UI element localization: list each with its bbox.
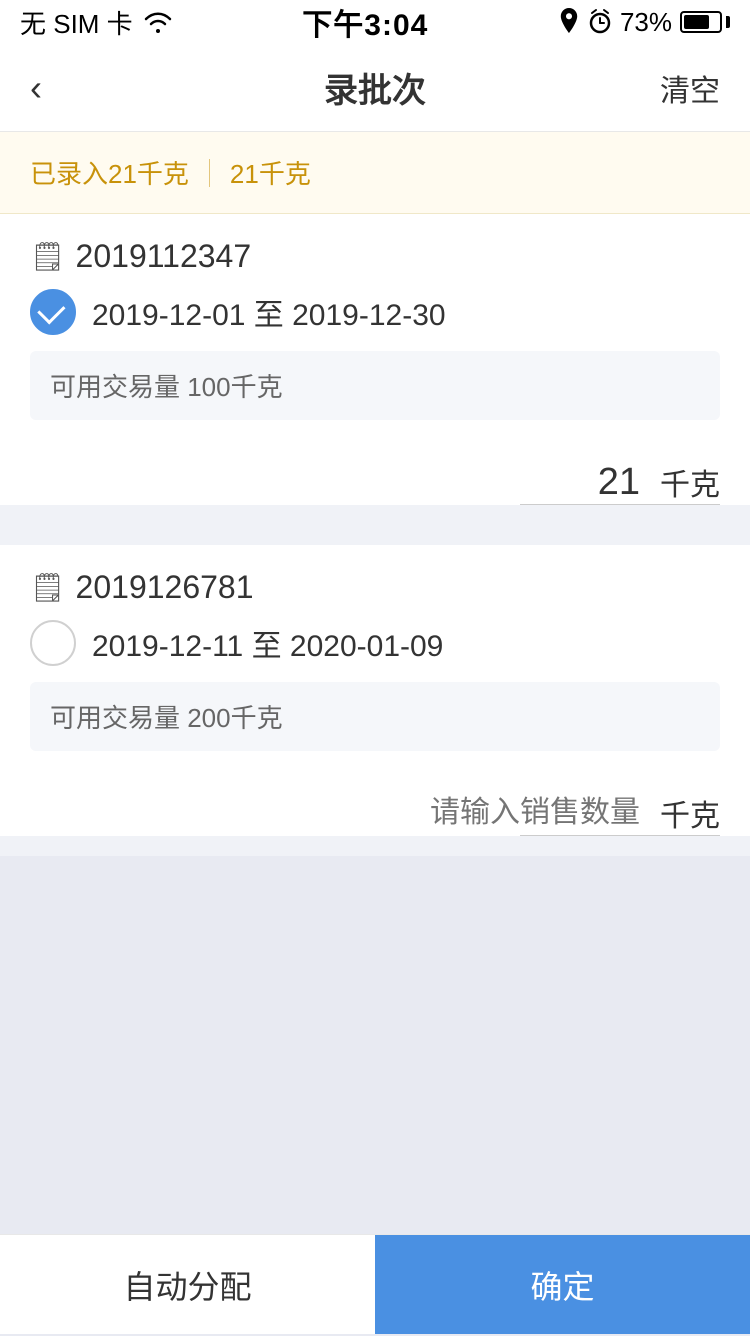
- batch-item-1: 🗒 2019112347 2019-12-01 至 2019-12-30 可用交…: [0, 214, 750, 440]
- amount-underline-2: [520, 835, 720, 836]
- alarm-icon: [588, 8, 612, 36]
- batch-doc-icon-2: 🗒: [30, 571, 66, 604]
- banner-divider: [209, 159, 210, 187]
- amount-input-1[interactable]: [480, 461, 640, 504]
- amount-row-1: 千克: [0, 440, 750, 504]
- amount-row-2: 千克: [0, 771, 750, 835]
- status-time: 下午3:04: [302, 0, 428, 44]
- status-left: 无 SIM 卡: [20, 4, 173, 41]
- clear-button[interactable]: 清空: [640, 66, 720, 110]
- footer: 自动分配 确定: [0, 1234, 750, 1334]
- batch-radio-2[interactable]: [30, 620, 76, 666]
- info-banner: 已录入21千克 21千克: [0, 132, 750, 214]
- location-icon: [558, 8, 580, 36]
- batch-card-1: 🗒 2019112347 2019-12-01 至 2019-12-30 可用交…: [0, 214, 750, 505]
- batch-available-1: 可用交易量 100千克: [30, 351, 720, 420]
- amount-unit-2: 千克: [660, 791, 720, 835]
- battery-icon: [680, 11, 730, 33]
- amount-underline-1: [520, 504, 720, 505]
- status-right: 73%: [558, 7, 730, 38]
- batch-doc-icon-1: 🗒: [30, 240, 66, 273]
- nav-bar: ‹ 录批次 清空: [0, 44, 750, 132]
- batch-number-1: 2019112347: [76, 238, 252, 275]
- batch-header-1: 🗒 2019112347: [30, 238, 720, 275]
- batch-radio-1[interactable]: [30, 289, 76, 335]
- batch-date-row-2: 2019-12-11 至 2020-01-09: [30, 620, 720, 666]
- confirm-button[interactable]: 确定: [375, 1235, 750, 1334]
- separator-1: [0, 525, 750, 545]
- batch-date-1: 2019-12-01 至 2019-12-30: [92, 290, 446, 334]
- amount-input-2[interactable]: [400, 796, 640, 830]
- batch-number-2: 2019126781: [76, 569, 254, 606]
- carrier-label: 无 SIM 卡: [20, 4, 133, 41]
- amount-unit-1: 千克: [660, 460, 720, 504]
- recorded-label: 已录入21千克: [30, 154, 189, 191]
- page-title: 录批次: [324, 63, 426, 112]
- auto-distribute-button[interactable]: 自动分配: [0, 1235, 375, 1334]
- batch-date-row-1: 2019-12-01 至 2019-12-30: [30, 289, 720, 335]
- battery-percent: 73%: [620, 7, 672, 38]
- batch-date-2: 2019-12-11 至 2020-01-09: [92, 621, 443, 665]
- batch-available-2: 可用交易量 200千克: [30, 682, 720, 751]
- status-bar: 无 SIM 卡 下午3:04 73%: [0, 0, 750, 44]
- batch-header-2: 🗒 2019126781: [30, 569, 720, 606]
- back-button[interactable]: ‹: [30, 67, 110, 109]
- recorded-value: 21千克: [230, 154, 311, 191]
- batch-card-2: 🗒 2019126781 2019-12-11 至 2020-01-09 可用交…: [0, 545, 750, 836]
- batch-item-2: 🗒 2019126781 2019-12-11 至 2020-01-09 可用交…: [0, 545, 750, 771]
- wifi-icon: [143, 11, 173, 33]
